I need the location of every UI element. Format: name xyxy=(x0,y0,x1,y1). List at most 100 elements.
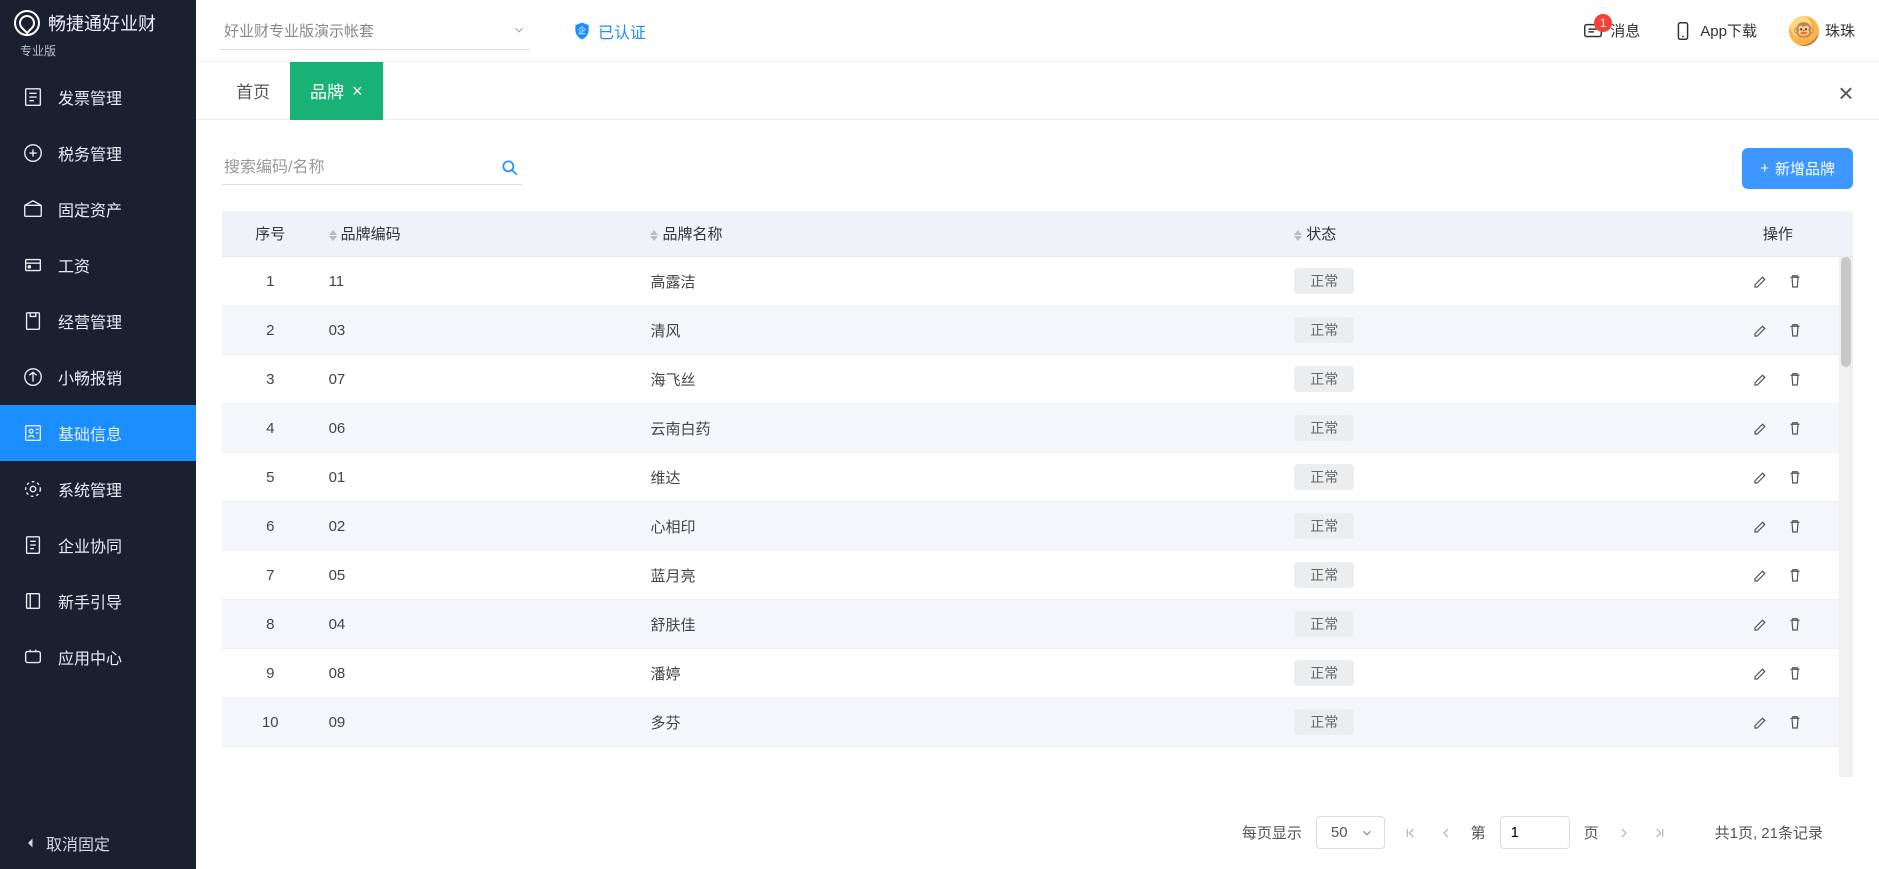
cell-index: 10 xyxy=(222,698,319,747)
cell-name: 云南白药 xyxy=(640,404,1284,453)
sidebar-unpin-label: 取消固定 xyxy=(46,831,110,855)
cell-code: 07 xyxy=(319,355,641,404)
sidebar-item-0[interactable]: 发票管理 xyxy=(0,69,196,125)
delete-icon[interactable] xyxy=(1786,615,1804,633)
table-row[interactable]: 2 03 清风 正常 xyxy=(222,306,1853,355)
pager-prev[interactable] xyxy=(1435,822,1457,844)
cell-index: 6 xyxy=(222,502,319,551)
cell-name: 清风 xyxy=(640,306,1284,355)
verified-text: 已认证 xyxy=(598,19,646,43)
account-select[interactable]: 好业财专业版演示帐套 xyxy=(220,12,530,50)
col-name[interactable]: 品牌名称 xyxy=(640,211,1284,257)
cell-code: 03 xyxy=(319,306,641,355)
col-index[interactable]: 序号 xyxy=(222,211,319,257)
plus-icon: + xyxy=(1760,160,1769,177)
edit-icon[interactable] xyxy=(1752,713,1770,731)
sidebar: 畅捷通好业财 专业版 发票管理税务管理固定资产工资经营管理小畅报销基础信息系统管… xyxy=(0,0,196,869)
sidebar-item-9[interactable]: 新手引导 xyxy=(0,573,196,629)
edit-icon[interactable] xyxy=(1752,517,1770,535)
cell-index: 2 xyxy=(222,306,319,355)
cell-ops xyxy=(1703,257,1853,306)
per-page-select[interactable]: 50 xyxy=(1316,816,1385,849)
close-all-tabs[interactable]: × xyxy=(1831,78,1861,109)
app-download-button[interactable]: App下载 xyxy=(1672,20,1757,42)
col-status[interactable]: 状态 xyxy=(1284,211,1702,257)
table-row[interactable]: 7 05 蓝月亮 正常 xyxy=(222,551,1853,600)
table-row[interactable]: 3 07 海飞丝 正常 xyxy=(222,355,1853,404)
edit-icon[interactable] xyxy=(1752,419,1770,437)
sidebar-unpin[interactable]: 取消固定 xyxy=(0,817,196,869)
sidebar-item-8[interactable]: 企业协同 xyxy=(0,517,196,573)
table-row[interactable]: 10 09 多芬 正常 xyxy=(222,698,1853,747)
edit-icon[interactable] xyxy=(1752,468,1770,486)
topbar: 好业财专业版演示帐套 企 已认证 消息 1 App下载 🐵 珠珠 xyxy=(196,0,1879,62)
delete-icon[interactable] xyxy=(1786,272,1804,290)
sidebar-item-5[interactable]: 小畅报销 xyxy=(0,349,196,405)
edit-icon[interactable] xyxy=(1752,566,1770,584)
delete-icon[interactable] xyxy=(1786,370,1804,388)
sidebar-item-label: 基础信息 xyxy=(58,421,122,445)
table-row[interactable]: 6 02 心相印 正常 xyxy=(222,502,1853,551)
search-input[interactable] xyxy=(224,159,500,177)
table-row[interactable]: 5 01 维达 正常 xyxy=(222,453,1853,502)
tab-brand[interactable]: 品牌 × xyxy=(290,62,383,120)
logo-text: 畅捷通好业财 xyxy=(48,10,156,36)
status-badge: 正常 xyxy=(1294,513,1354,539)
delete-icon[interactable] xyxy=(1786,713,1804,731)
add-brand-button[interactable]: + 新增品牌 xyxy=(1742,148,1853,189)
delete-icon[interactable] xyxy=(1786,321,1804,339)
messages-button[interactable]: 消息 1 xyxy=(1582,20,1640,42)
sort-icon[interactable] xyxy=(650,230,658,241)
table-row[interactable]: 8 04 舒肤佳 正常 xyxy=(222,600,1853,649)
status-badge: 正常 xyxy=(1294,415,1354,441)
table-row[interactable]: 4 06 云南白药 正常 xyxy=(222,404,1853,453)
cell-code: 05 xyxy=(319,551,641,600)
verified-badge[interactable]: 企 已认证 xyxy=(572,19,646,43)
cell-ops xyxy=(1703,355,1853,404)
tab-home[interactable]: 首页 xyxy=(216,62,290,120)
collab-icon xyxy=(22,534,44,556)
status-badge: 正常 xyxy=(1294,709,1354,735)
sort-icon[interactable] xyxy=(329,230,337,241)
sidebar-item-7[interactable]: 系统管理 xyxy=(0,461,196,517)
user-menu[interactable]: 🐵 珠珠 xyxy=(1789,16,1855,46)
edit-icon[interactable] xyxy=(1752,321,1770,339)
system-icon xyxy=(22,478,44,500)
delete-icon[interactable] xyxy=(1786,566,1804,584)
table-scrollbar[interactable] xyxy=(1839,257,1853,777)
sidebar-item-6[interactable]: 基础信息 xyxy=(0,405,196,461)
delete-icon[interactable] xyxy=(1786,468,1804,486)
cell-code: 11 xyxy=(319,257,641,306)
col-code[interactable]: 品牌编码 xyxy=(319,211,641,257)
search-icon[interactable] xyxy=(500,158,520,178)
phone-icon xyxy=(1672,20,1694,42)
edit-icon[interactable] xyxy=(1752,370,1770,388)
pager-next[interactable] xyxy=(1613,822,1635,844)
edit-icon[interactable] xyxy=(1752,272,1770,290)
sort-icon[interactable] xyxy=(1294,230,1302,241)
edit-icon[interactable] xyxy=(1752,615,1770,633)
pager-last[interactable] xyxy=(1649,822,1671,844)
tabbar: 首页 品牌 × × xyxy=(196,62,1879,120)
manage-icon xyxy=(22,310,44,332)
sidebar-item-label: 小畅报销 xyxy=(58,365,122,389)
sidebar-item-4[interactable]: 经营管理 xyxy=(0,293,196,349)
sidebar-nav: 发票管理税务管理固定资产工资经营管理小畅报销基础信息系统管理企业协同新手引导应用… xyxy=(0,69,196,817)
table-row[interactable]: 9 08 潘婷 正常 xyxy=(222,649,1853,698)
tab-close-icon[interactable]: × xyxy=(352,82,363,100)
cell-name: 潘婷 xyxy=(640,649,1284,698)
sidebar-item-1[interactable]: 税务管理 xyxy=(0,125,196,181)
cell-status: 正常 xyxy=(1284,698,1702,747)
page-input[interactable] xyxy=(1500,816,1570,849)
pager-first[interactable] xyxy=(1399,822,1421,844)
messages-label: 消息 xyxy=(1610,20,1640,41)
table-row[interactable]: 1 11 高露洁 正常 xyxy=(222,257,1853,306)
sidebar-item-10[interactable]: 应用中心 xyxy=(0,629,196,685)
delete-icon[interactable] xyxy=(1786,517,1804,535)
sidebar-item-3[interactable]: 工资 xyxy=(0,237,196,293)
sidebar-item-label: 税务管理 xyxy=(58,141,122,165)
edit-icon[interactable] xyxy=(1752,664,1770,682)
sidebar-item-2[interactable]: 固定资产 xyxy=(0,181,196,237)
delete-icon[interactable] xyxy=(1786,664,1804,682)
delete-icon[interactable] xyxy=(1786,419,1804,437)
